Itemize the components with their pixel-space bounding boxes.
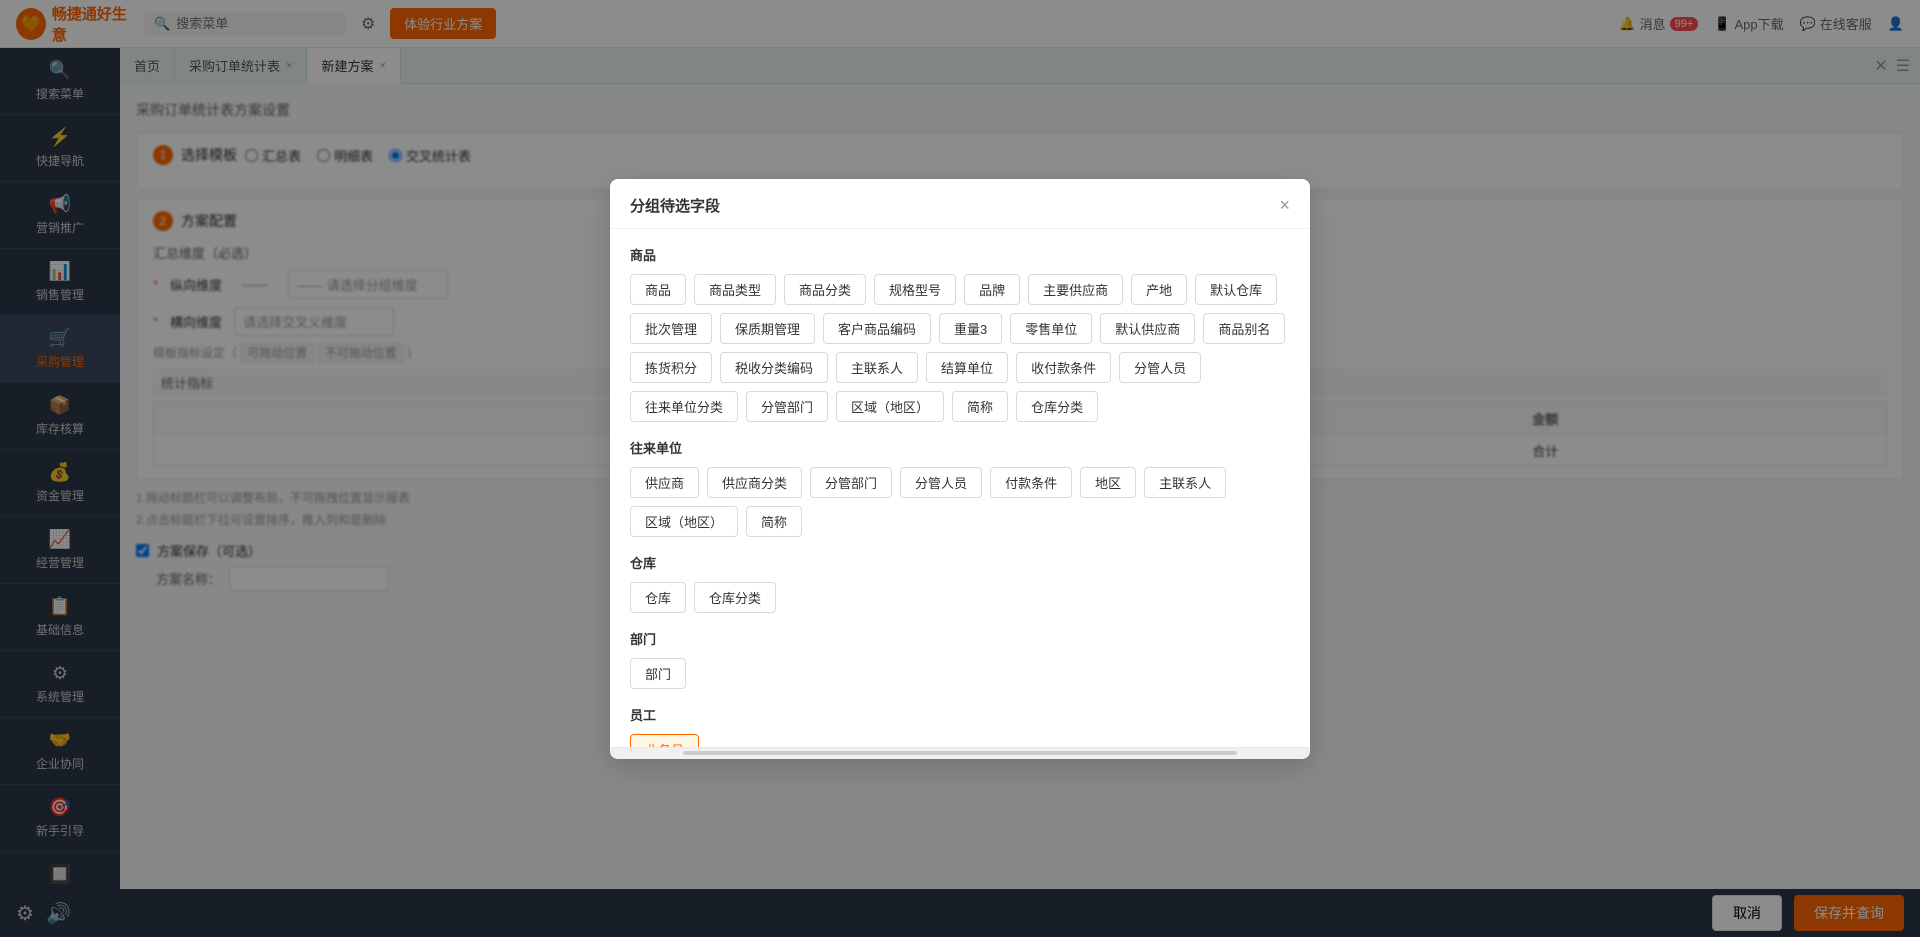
tag-default-warehouse[interactable]: 默认仓库 — [1195, 274, 1277, 305]
tag-region2[interactable]: 区域（地区） — [630, 506, 738, 537]
tag-origin[interactable]: 产地 — [1131, 274, 1187, 305]
tag-area[interactable]: 地区 — [1080, 467, 1136, 498]
tag-weight[interactable]: 重量3 — [939, 313, 1002, 344]
tag-batch-mgmt[interactable]: 批次管理 — [630, 313, 712, 344]
tag-product-category[interactable]: 商品分类 — [784, 274, 866, 305]
modal-body[interactable]: 商品 商品 商品类型 商品分类 规格型号 品牌 主要供应商 产地 默认仓库 批次… — [610, 229, 1310, 747]
tag-main-supplier[interactable]: 主要供应商 — [1028, 274, 1123, 305]
product-tags: 商品 商品类型 商品分类 规格型号 品牌 主要供应商 产地 默认仓库 批次管理 … — [630, 274, 1290, 422]
section-dept-title: 部门 — [630, 629, 1290, 648]
section-warehouse: 仓库 仓库 仓库分类 — [630, 553, 1290, 613]
tag-salesperson[interactable]: 业务员 — [630, 734, 699, 747]
tag-manage-dept[interactable]: 分管部门 — [810, 467, 892, 498]
tag-product-type[interactable]: 商品类型 — [694, 274, 776, 305]
counterpart-tags: 供应商 供应商分类 分管部门 分管人员 付款条件 地区 主联系人 区域（地区） … — [630, 467, 1290, 537]
tag-tax-code[interactable]: 税收分类编码 — [720, 352, 828, 383]
tag-spec-model[interactable]: 规格型号 — [874, 274, 956, 305]
tag-warehouse[interactable]: 仓库 — [630, 582, 686, 613]
warehouse-tags: 仓库 仓库分类 — [630, 582, 1290, 613]
modal-scrollbar[interactable] — [610, 747, 1310, 759]
tag-brand[interactable]: 品牌 — [964, 274, 1020, 305]
section-warehouse-title: 仓库 — [630, 553, 1290, 572]
scrollbar-thumb — [683, 751, 1237, 755]
tag-settle-unit[interactable]: 结算单位 — [926, 352, 1008, 383]
tag-manage-person[interactable]: 分管人员 — [900, 467, 982, 498]
tag-pick-points[interactable]: 拣货积分 — [630, 352, 712, 383]
tag-shelf-life[interactable]: 保质期管理 — [720, 313, 815, 344]
tag-counterpart-category[interactable]: 往来单位分类 — [630, 391, 738, 422]
tag-default-supplier[interactable]: 默认供应商 — [1100, 313, 1195, 344]
tag-customer-code[interactable]: 客户商品编码 — [823, 313, 931, 344]
section-product-title: 商品 — [630, 245, 1290, 264]
modal-header: 分组待选字段 × — [610, 179, 1310, 229]
tag-main-contact[interactable]: 主联系人 — [836, 352, 918, 383]
tag-main-contact2[interactable]: 主联系人 — [1144, 467, 1226, 498]
tag-product-alias[interactable]: 商品别名 — [1203, 313, 1285, 344]
tag-short-name2[interactable]: 简称 — [746, 506, 802, 537]
tag-region[interactable]: 区域（地区） — [836, 391, 944, 422]
tag-warehouse-type[interactable]: 仓库分类 — [694, 582, 776, 613]
tag-manager[interactable]: 分管人员 — [1119, 352, 1201, 383]
tag-warehouse-category[interactable]: 仓库分类 — [1016, 391, 1098, 422]
section-counterpart: 往来单位 供应商 供应商分类 分管部门 分管人员 付款条件 地区 主联系人 区域… — [630, 438, 1290, 537]
tag-payment-condition[interactable]: 付款条件 — [990, 467, 1072, 498]
section-dept: 部门 部门 — [630, 629, 1290, 689]
tag-payment-terms[interactable]: 收付款条件 — [1016, 352, 1111, 383]
modal-overlay: 分组待选字段 × 商品 商品 商品类型 商品分类 规格型号 品牌 主要供应商 产… — [0, 0, 1920, 937]
modal-title: 分组待选字段 — [630, 195, 720, 216]
tag-product[interactable]: 商品 — [630, 274, 686, 305]
section-employee: 员工 业务员 — [630, 705, 1290, 747]
section-employee-title: 员工 — [630, 705, 1290, 724]
section-product: 商品 商品 商品类型 商品分类 规格型号 品牌 主要供应商 产地 默认仓库 批次… — [630, 245, 1290, 422]
modal-close-button[interactable]: × — [1279, 195, 1290, 216]
employee-tags: 业务员 — [630, 734, 1290, 747]
dept-tags: 部门 — [630, 658, 1290, 689]
tag-supplier[interactable]: 供应商 — [630, 467, 699, 498]
tag-department[interactable]: 部门 — [630, 658, 686, 689]
tag-short-name[interactable]: 简称 — [952, 391, 1008, 422]
tag-dept[interactable]: 分管部门 — [746, 391, 828, 422]
section-counterpart-title: 往来单位 — [630, 438, 1290, 457]
modal-dialog: 分组待选字段 × 商品 商品 商品类型 商品分类 规格型号 品牌 主要供应商 产… — [610, 179, 1310, 759]
tag-supplier-category[interactable]: 供应商分类 — [707, 467, 802, 498]
tag-retail-unit[interactable]: 零售单位 — [1010, 313, 1092, 344]
